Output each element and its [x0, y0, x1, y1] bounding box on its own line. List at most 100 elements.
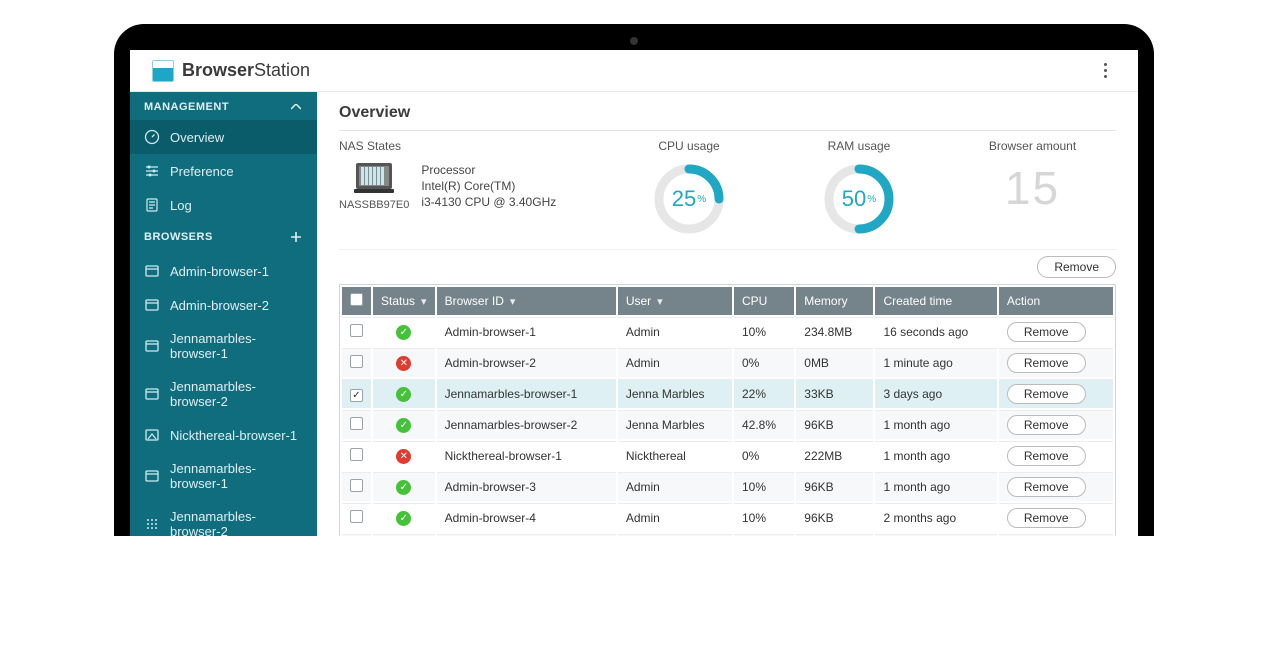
remove-button[interactable]: Remove — [1007, 384, 1086, 404]
remove-button[interactable]: Remove — [1007, 322, 1086, 342]
cell-created: 1 month ago — [875, 472, 996, 501]
sidebar-item-label: Nickthereal-browser-1 — [170, 428, 297, 443]
sidebar-item-label: Log — [170, 198, 192, 213]
sidebar-item-browser[interactable]: Admin-browser-1 — [130, 254, 317, 288]
cell-memory: 96KB — [796, 534, 873, 536]
status-ok-icon: ✓ — [396, 325, 411, 340]
sidebar-item-browser[interactable]: Admin-browser-2 — [130, 288, 317, 322]
status-error-icon: ✕ — [396, 356, 411, 371]
status-ok-icon: ✓ — [396, 418, 411, 433]
remove-button[interactable]: Remove — [1007, 415, 1086, 435]
cell-browser-id: Admin-browser-3 — [437, 472, 616, 501]
sidebar-item-browser[interactable]: Nickthereal-browser-1 — [130, 418, 317, 452]
remove-button-top[interactable]: Remove — [1037, 256, 1116, 278]
row-checkbox[interactable] — [350, 448, 363, 461]
browser-icon — [144, 516, 160, 532]
col-created[interactable]: Created time — [883, 294, 952, 308]
more-menu-icon[interactable] — [1094, 60, 1116, 82]
cell-memory: 222MB — [796, 441, 873, 470]
sidebar-item-browser[interactable]: Jennamarbles-browser-2 — [130, 500, 317, 536]
col-status[interactable]: Status — [381, 294, 415, 308]
sidebar-item-preference[interactable]: Preference — [130, 154, 317, 188]
row-checkbox[interactable] — [350, 417, 363, 430]
plus-icon[interactable] — [289, 230, 303, 244]
col-browser-id[interactable]: Browser ID — [445, 294, 504, 308]
sidebar-item-log[interactable]: Log — [130, 188, 317, 222]
cell-user: Admin — [618, 317, 732, 346]
cell-user: Jenna Marbles — [618, 379, 732, 408]
app-name-light: Station — [254, 60, 310, 80]
row-checkbox[interactable] — [350, 355, 363, 368]
cell-cpu: 0% — [734, 348, 794, 377]
sidebar-item-browser[interactable]: Jennamarbles-browser-1 — [130, 452, 317, 500]
sidebar-item-label: Overview — [170, 130, 224, 145]
cell-memory: 96KB — [796, 503, 873, 532]
sidebar-item-label: Jennamarbles-browser-1 — [170, 461, 303, 491]
row-checkbox[interactable] — [350, 479, 363, 492]
section-management[interactable]: MANAGEMENT — [130, 92, 317, 120]
processor-detail: i3-4130 CPU @ 3.40GHz — [421, 194, 556, 210]
cell-created: 1 month ago — [875, 410, 996, 439]
table-row[interactable]: ✕Nickthereal-browser-1Nickthereal0%222MB… — [342, 441, 1113, 470]
status-ok-icon: ✓ — [396, 480, 411, 495]
remove-button[interactable]: Remove — [1007, 477, 1086, 497]
sidebar-item-label: Jennamarbles-browser-1 — [170, 331, 303, 361]
remove-button[interactable]: Remove — [1007, 353, 1086, 373]
cell-created: 16 seconds ago — [875, 317, 996, 346]
filter-icon[interactable]: ▾ — [657, 295, 663, 308]
remove-button[interactable]: Remove — [1007, 508, 1086, 528]
cell-user: Admin — [618, 348, 732, 377]
col-user[interactable]: User — [626, 294, 651, 308]
sidebar-item-label: Preference — [170, 164, 234, 179]
filter-icon[interactable]: ▾ — [421, 295, 427, 308]
nas-icon — [352, 161, 396, 195]
row-checkbox[interactable]: ✓ — [350, 389, 363, 402]
cell-created: 2 months ago — [875, 503, 996, 532]
table-row[interactable]: ✓Admin-browser-3Admin10%96KB1 month agoR… — [342, 472, 1113, 501]
sidebar-item-overview[interactable]: Overview — [130, 120, 317, 154]
col-action: Action — [1007, 294, 1040, 308]
sidebar-item-label: Jennamarbles-browser-2 — [170, 509, 303, 536]
table-row[interactable]: ✓Admin-browser-1Admin10%234.8MB16 second… — [342, 317, 1113, 346]
cell-user: Nickthereal — [618, 441, 732, 470]
cell-memory: 234.8MB — [796, 317, 873, 346]
select-all-checkbox[interactable] — [350, 293, 363, 306]
col-cpu[interactable]: CPU — [742, 294, 767, 308]
cell-cpu: 10% — [734, 503, 794, 532]
status-error-icon: ✕ — [396, 449, 411, 464]
ram-gauge: 50% — [821, 161, 897, 237]
app-name-bold: Browser — [182, 60, 254, 80]
chevron-up-icon — [289, 100, 303, 114]
sidebar-item-browser[interactable]: Jennamarbles-browser-1 — [130, 322, 317, 370]
gauge-icon — [144, 129, 160, 145]
browser-icon — [144, 386, 160, 402]
sidebar-item-label: Admin-browser-2 — [170, 298, 269, 313]
label-ram-usage: RAM usage — [779, 139, 939, 161]
section-browsers[interactable]: BROWSERS — [130, 222, 317, 250]
browser-amount-value: 15 — [949, 161, 1116, 215]
col-memory[interactable]: Memory — [804, 294, 847, 308]
cell-user: Admin — [618, 534, 732, 536]
table-row[interactable]: ✓Jennamarbles-browser-2Jenna Marbles42.8… — [342, 410, 1113, 439]
filter-icon[interactable]: ▾ — [510, 295, 516, 308]
cpu-unit: % — [696, 194, 706, 205]
sidebar-item-label: Jennamarbles-browser-2 — [170, 379, 303, 409]
cpu-gauge: 25% — [651, 161, 727, 237]
page-title: Overview — [339, 104, 1116, 131]
browser-icon — [144, 468, 160, 484]
table-row[interactable]: Admin-browser-5Admin10%96KB2 months agoR… — [342, 534, 1113, 536]
browser-icon — [144, 263, 160, 279]
table-row[interactable]: ✓Admin-browser-4Admin10%96KB2 months ago… — [342, 503, 1113, 532]
app-logo-icon — [152, 60, 174, 82]
sidebar-item-browser[interactable]: Jennamarbles-browser-2 — [130, 370, 317, 418]
cell-cpu: 10% — [734, 534, 794, 536]
cell-browser-id: Admin-browser-2 — [437, 348, 616, 377]
table-row[interactable]: ✓✓Jennamarbles-browser-1Jenna Marbles22%… — [342, 379, 1113, 408]
remove-button[interactable]: Remove — [1007, 446, 1086, 466]
cell-memory: 96KB — [796, 472, 873, 501]
ram-unit: % — [866, 194, 876, 205]
laptop-camera — [630, 37, 638, 45]
row-checkbox[interactable] — [350, 510, 363, 523]
table-row[interactable]: ✕Admin-browser-2Admin0%0MB1 minute agoRe… — [342, 348, 1113, 377]
row-checkbox[interactable] — [350, 324, 363, 337]
